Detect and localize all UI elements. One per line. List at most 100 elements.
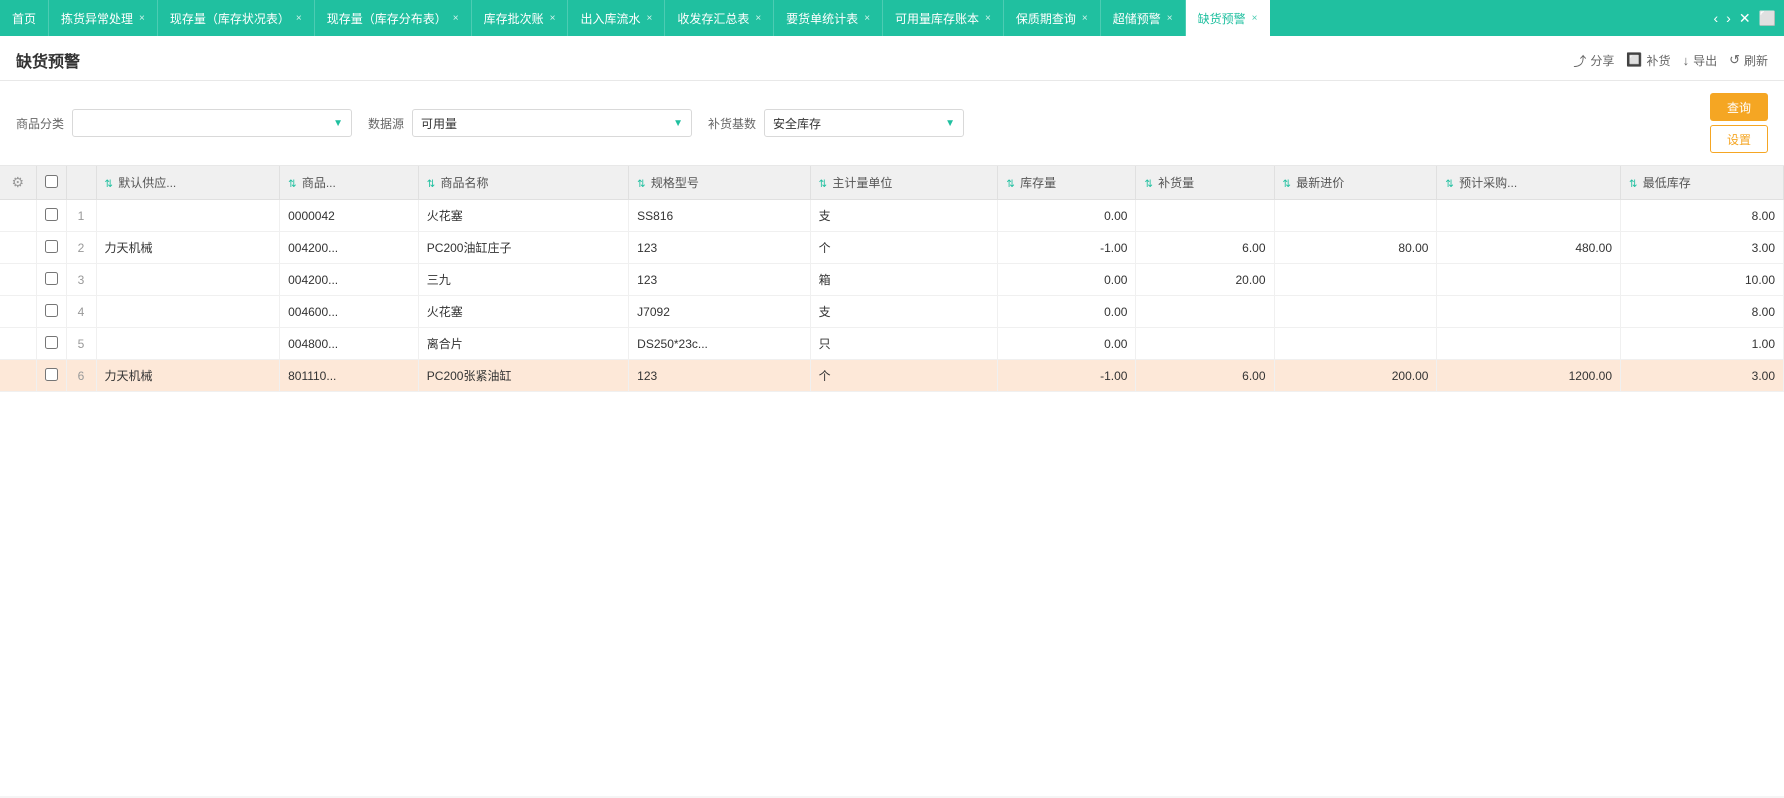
datasource-dropdown-icon: ▼ [673, 118, 683, 129]
sort-icon-supplier: ⇅ [105, 179, 113, 190]
col-header-replenish-qty[interactable]: ⇅ 补货量 [1136, 166, 1274, 200]
settings-button[interactable]: 设置 [1710, 125, 1768, 153]
row-spec-2: 123 [629, 264, 810, 296]
tab-inout-flow[interactable]: 出入库流水 × [568, 0, 665, 36]
col-header-stock[interactable]: ⇅ 库存量 [998, 166, 1136, 200]
row-code-0: 0000042 [280, 200, 419, 232]
export-button[interactable]: ↓ 导出 [1683, 52, 1718, 69]
row-supplier-1: 力天机械 [96, 232, 280, 264]
row-estimated-5: 1200.00 [1437, 360, 1621, 392]
row-stock-4: 0.00 [998, 328, 1136, 360]
row-gear-1[interactable] [0, 232, 36, 264]
tab-goods-demand[interactable]: 要货单统计表 × [774, 0, 883, 36]
category-filter-group: 商品分类 ▼ [16, 109, 352, 137]
tab-navigation: ‹ › ✕ ⬜ [1705, 8, 1784, 29]
row-checkbox-4[interactable] [45, 336, 58, 349]
main-content: 缺货预警 ⤴ 分享 🔲 补货 ↓ 导出 ↺ 刷新 商品分类 [0, 36, 1784, 796]
tab-close-6[interactable]: × [755, 13, 761, 24]
datasource-select[interactable]: 可用量 ▼ [412, 109, 692, 137]
tab-expiry-query[interactable]: 保质期查询 × [1004, 0, 1101, 36]
row-code-2: 004200... [280, 264, 419, 296]
tab-shortage-warning[interactable]: 缺货预警 × [1186, 0, 1271, 36]
row-gear-5[interactable] [0, 360, 36, 392]
row-checkbox-1[interactable] [45, 240, 58, 253]
row-gear-3[interactable] [0, 296, 36, 328]
replenish-select[interactable]: 安全库存 ▼ [764, 109, 964, 137]
tab-available-ledger[interactable]: 可用量库存账本 × [883, 0, 1004, 36]
row-gear-4[interactable] [0, 328, 36, 360]
col-header-product-code[interactable]: ⇅ 商品... [280, 166, 419, 200]
tab-overstock-warning[interactable]: 超储预警 × [1101, 0, 1186, 36]
sort-icon-code: ⇅ [288, 179, 296, 190]
datasource-filter-group: 数据源 可用量 ▼ [368, 109, 692, 137]
row-stock-0: 0.00 [998, 200, 1136, 232]
share-icon: ⤴ [1573, 51, 1586, 70]
tab-close-2[interactable]: × [296, 13, 302, 24]
row-unit-1: 个 [810, 232, 998, 264]
row-unit-5: 个 [810, 360, 998, 392]
row-min-stock-4: 1.00 [1621, 328, 1784, 360]
query-button[interactable]: 查询 [1710, 93, 1768, 121]
row-estimated-2 [1437, 264, 1621, 296]
tab-close-5[interactable]: × [646, 13, 652, 24]
tab-inventory-status[interactable]: 现存量（库存状况表） × [158, 0, 315, 36]
tab-picking-exception[interactable]: 拣货异常处理 × [49, 0, 158, 36]
tab-home[interactable]: 首页 [0, 0, 49, 36]
row-checkbox-0[interactable] [45, 208, 58, 221]
table-row: 5 004800... 离合片 DS250*23c... 只 0.00 1.00 [0, 328, 1784, 360]
tab-close-9[interactable]: × [1082, 13, 1088, 24]
col-header-spec[interactable]: ⇅ 规格型号 [629, 166, 810, 200]
table-row: 2 力天机械 004200... PC200油缸庄子 123 个 -1.00 6… [0, 232, 1784, 264]
category-select[interactable]: ▼ [72, 109, 352, 137]
category-dropdown-icon: ▼ [333, 118, 343, 129]
col-header-estimated[interactable]: ⇅ 预计采购... [1437, 166, 1621, 200]
row-price-0 [1274, 200, 1437, 232]
datasource-select-value: 可用量 [421, 115, 673, 132]
tab-maximize[interactable]: ⬜ [1755, 8, 1780, 29]
tab-scroll-right[interactable]: › [1722, 8, 1735, 28]
table-row: 3 004200... 三九 123 箱 0.00 20.00 10.00 [0, 264, 1784, 296]
col-header-product-name[interactable]: ⇅ 商品名称 [418, 166, 628, 200]
col-header-supplier[interactable]: ⇅ 默认供应... [96, 166, 280, 200]
refresh-button[interactable]: ↺ 刷新 [1729, 52, 1768, 69]
replenish-select-value: 安全库存 [773, 115, 945, 132]
tab-batch-account[interactable]: 库存批次账 × [472, 0, 569, 36]
sort-icon-price: ⇅ [1283, 179, 1291, 190]
share-button[interactable]: ⤴ 分享 [1573, 51, 1614, 70]
tab-close-all[interactable]: ✕ [1735, 8, 1755, 29]
col-header-min-stock[interactable]: ⇅ 最低库存 [1621, 166, 1784, 200]
col-header-gear[interactable]: ⚙ [0, 166, 36, 200]
tab-close-8[interactable]: × [985, 13, 991, 24]
row-estimated-3 [1437, 296, 1621, 328]
filter-actions: 查询 设置 [1710, 93, 1768, 153]
tab-close-7[interactable]: × [864, 13, 870, 24]
row-spec-3: J7092 [629, 296, 810, 328]
row-code-4: 004800... [280, 328, 419, 360]
replenish-button[interactable]: 🔲 补货 [1626, 52, 1670, 69]
gear-icon: ⚙ [11, 174, 24, 190]
tab-scroll-left[interactable]: ‹ [1709, 8, 1722, 28]
row-gear-0[interactable] [0, 200, 36, 232]
tab-close-10[interactable]: × [1167, 13, 1173, 24]
tab-close-1[interactable]: × [139, 13, 145, 24]
row-gear-2[interactable] [0, 264, 36, 296]
select-all-checkbox[interactable] [45, 175, 58, 188]
col-header-latest-price[interactable]: ⇅ 最新进价 [1274, 166, 1437, 200]
row-checkbox-3[interactable] [45, 304, 58, 317]
row-checkbox-5[interactable] [45, 368, 58, 381]
tab-inventory-distribution[interactable]: 现存量（库存分布表） × [315, 0, 472, 36]
row-unit-2: 箱 [810, 264, 998, 296]
tab-close-11[interactable]: × [1252, 13, 1258, 24]
row-price-5: 200.00 [1274, 360, 1437, 392]
row-name-1: PC200油缸庄子 [418, 232, 628, 264]
tab-close-4[interactable]: × [550, 13, 556, 24]
tab-close-3[interactable]: × [453, 13, 459, 24]
row-checkbox-2[interactable] [45, 272, 58, 285]
sort-icon-unit: ⇅ [819, 179, 827, 190]
row-num-3: 4 [66, 296, 96, 328]
tab-receipt-summary[interactable]: 收发存汇总表 × [665, 0, 774, 36]
sort-icon-estimated: ⇅ [1445, 179, 1453, 190]
col-header-unit[interactable]: ⇅ 主计量单位 [810, 166, 998, 200]
row-name-3: 火花塞 [418, 296, 628, 328]
col-header-checkbox[interactable] [36, 166, 66, 200]
